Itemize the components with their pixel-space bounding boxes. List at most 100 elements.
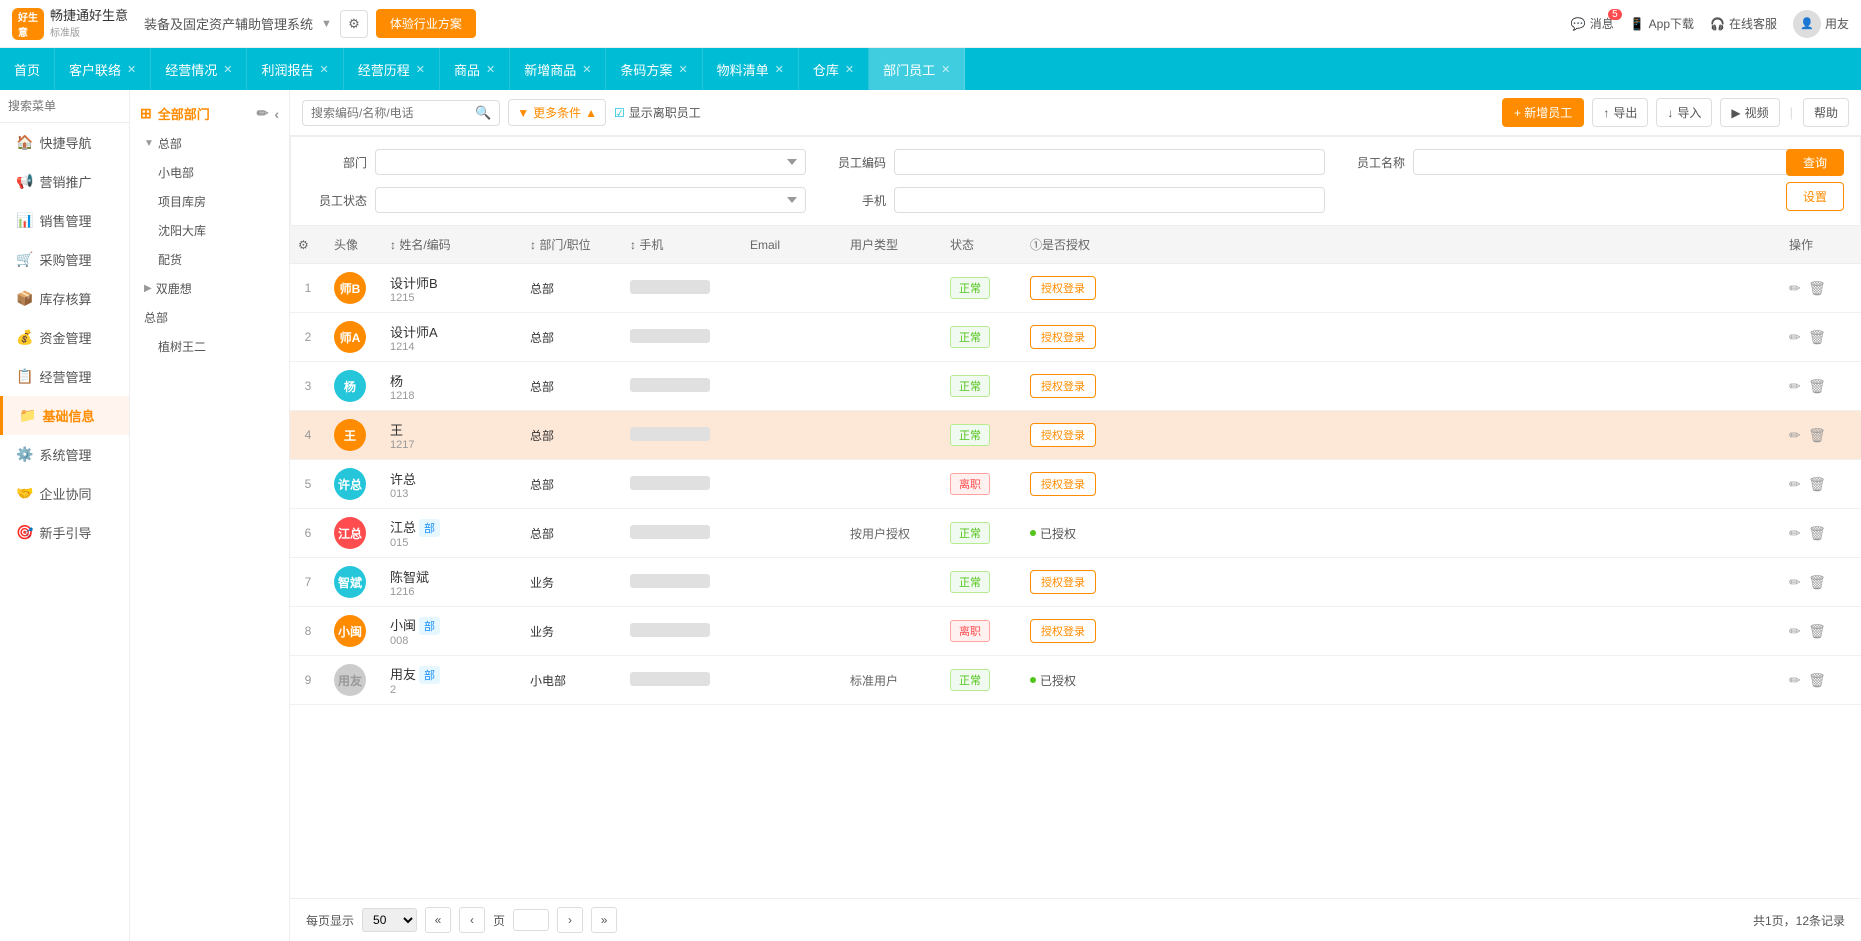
query-button[interactable]: 查询 bbox=[1786, 149, 1844, 176]
nav-close-icon[interactable]: ✕ bbox=[320, 63, 329, 76]
phone-input[interactable] bbox=[894, 187, 1325, 213]
th-dept[interactable]: ↕ 部门/职位 bbox=[522, 226, 622, 264]
dept-item-shenyang[interactable]: 沈阳大库 bbox=[130, 216, 289, 245]
export-button[interactable]: ↑ 导出 bbox=[1592, 98, 1648, 127]
edit-icon[interactable]: ✏ bbox=[1789, 623, 1801, 639]
sidebar-item-quicknav[interactable]: 🏠 快捷导航 bbox=[0, 123, 129, 162]
online-service-btn[interactable]: 🎧 在线客服 bbox=[1710, 15, 1777, 32]
sidebar-item-sales[interactable]: 📊 销售管理 bbox=[0, 201, 129, 240]
edit-icon[interactable]: ✏ bbox=[1789, 280, 1801, 296]
auth-login-btn[interactable]: 授权登录 bbox=[1030, 325, 1096, 349]
emp-code-input[interactable] bbox=[894, 149, 1325, 175]
edit-icon[interactable]: ✏ bbox=[1789, 574, 1801, 590]
message-btn[interactable]: 💬 消息 5 bbox=[1571, 15, 1614, 32]
sidebar-search-input[interactable] bbox=[8, 99, 130, 113]
auth-login-btn[interactable]: 授权登录 bbox=[1030, 570, 1096, 594]
more-filter-btn[interactable]: ▼ 更多条件 ▲ bbox=[508, 99, 606, 126]
dept-item-zongbu-root[interactable]: ▼ 总部 bbox=[130, 129, 289, 158]
view-button[interactable]: ▶ 视频 bbox=[1720, 98, 1779, 127]
edit-icon[interactable]: ✏ bbox=[1789, 476, 1801, 492]
sidebar-item-guide[interactable]: 🎯 新手引导 bbox=[0, 513, 129, 552]
nav-item-barcode[interactable]: 条码方案✕ bbox=[606, 48, 702, 90]
delete-icon[interactable]: 🗑 bbox=[1808, 280, 1826, 296]
page-size-select[interactable]: 50 20 100 bbox=[362, 908, 417, 932]
delete-icon[interactable]: 🗑 bbox=[1808, 476, 1826, 492]
nav-item-newgoods[interactable]: 新增商品✕ bbox=[510, 48, 606, 90]
nav-item-dept[interactable]: 部门员工✕ bbox=[869, 48, 965, 90]
auth-login-btn[interactable]: 授权登录 bbox=[1030, 276, 1096, 300]
nav-close-icon[interactable]: ✕ bbox=[941, 63, 950, 76]
dept-item-shuang[interactable]: ▶ 双鹿想 bbox=[130, 274, 289, 303]
th-phone[interactable]: ↕ 手机 bbox=[622, 226, 742, 264]
arrow-down-icon[interactable]: ▼ bbox=[321, 18, 332, 30]
emp-name-input[interactable] bbox=[1413, 149, 1844, 175]
edit-icon[interactable]: ✏ bbox=[1789, 672, 1801, 688]
dept-collapse-icon[interactable]: ‹ bbox=[274, 106, 279, 122]
sidebar-item-marketing[interactable]: 📢 营销推广 bbox=[0, 162, 129, 201]
delete-icon[interactable]: 🗑 bbox=[1808, 427, 1826, 443]
edit-icon[interactable]: ✏ bbox=[1789, 378, 1801, 394]
delete-icon[interactable]: 🗑 bbox=[1808, 378, 1826, 394]
app-download-btn[interactable]: 📱 App下载 bbox=[1630, 15, 1694, 32]
prev-page-btn[interactable]: ‹ bbox=[459, 907, 485, 933]
sidebar-item-finance[interactable]: 💰 资金管理 bbox=[0, 318, 129, 357]
auth-login-btn[interactable]: 授权登录 bbox=[1030, 472, 1096, 496]
nav-close-icon[interactable]: ✕ bbox=[416, 63, 425, 76]
delete-icon[interactable]: 🗑 bbox=[1808, 329, 1826, 345]
nav-item-goods[interactable]: 商品✕ bbox=[440, 48, 510, 90]
delete-icon[interactable]: 🗑 bbox=[1808, 623, 1826, 639]
auth-login-btn[interactable]: 授权登录 bbox=[1030, 619, 1096, 643]
auth-login-btn[interactable]: 授权登录 bbox=[1030, 423, 1096, 447]
trial-button[interactable]: 体验行业方案 bbox=[376, 9, 476, 38]
gear-icon[interactable]: ⚙ bbox=[340, 10, 368, 38]
help-button[interactable]: 帮助 bbox=[1803, 98, 1849, 127]
nav-close-icon[interactable]: ✕ bbox=[486, 63, 495, 76]
show-resigned-checkbox[interactable]: ☑ 显示离职员工 bbox=[614, 104, 701, 121]
th-name[interactable]: ↕ 姓名/编码 bbox=[382, 226, 522, 264]
search-input[interactable] bbox=[311, 106, 471, 120]
delete-icon[interactable]: 🗑 bbox=[1808, 525, 1826, 541]
dept-select[interactable] bbox=[375, 149, 806, 175]
add-employee-button[interactable]: + 新增员工 bbox=[1502, 98, 1584, 127]
set-button[interactable]: 设置 bbox=[1786, 182, 1844, 211]
next-page-btn[interactable]: › bbox=[557, 907, 583, 933]
nav-close-icon[interactable]: ✕ bbox=[223, 63, 232, 76]
dept-item-plant[interactable]: 植树王二 bbox=[130, 332, 289, 361]
sidebar-item-bizmanage[interactable]: 📋 经营管理 bbox=[0, 357, 129, 396]
nav-item-profit[interactable]: 利润报告✕ bbox=[247, 48, 343, 90]
sidebar-item-inventory[interactable]: 📦 库存核算 bbox=[0, 279, 129, 318]
sidebar-item-collab[interactable]: 🤝 企业协同 bbox=[0, 474, 129, 513]
delete-icon[interactable]: 🗑 bbox=[1808, 574, 1826, 590]
edit-icon[interactable]: ✏ bbox=[1789, 329, 1801, 345]
nav-close-icon[interactable]: ✕ bbox=[845, 63, 854, 76]
dept-item-peihuo[interactable]: 配货 bbox=[130, 245, 289, 274]
emp-status-select[interactable] bbox=[375, 187, 806, 213]
user-area[interactable]: 👤 用友 bbox=[1793, 10, 1849, 38]
nav-item-warehouse[interactable]: 仓库✕ bbox=[799, 48, 869, 90]
dept-item-xiaodian[interactable]: 小电部 bbox=[130, 158, 289, 187]
dept-edit-icon[interactable]: ✏ bbox=[257, 105, 269, 122]
nav-close-icon[interactable]: ✕ bbox=[127, 63, 136, 76]
nav-close-icon[interactable]: ✕ bbox=[775, 63, 784, 76]
edit-icon[interactable]: ✏ bbox=[1789, 427, 1801, 443]
delete-icon[interactable]: 🗑 bbox=[1808, 672, 1826, 688]
nav-close-icon[interactable]: ✕ bbox=[582, 63, 591, 76]
dept-item-project[interactable]: 项目库房 bbox=[130, 187, 289, 216]
dept-item-zongbu2[interactable]: 总部 bbox=[130, 303, 289, 332]
nav-item-material[interactable]: 物料清单✕ bbox=[703, 48, 799, 90]
edit-icon[interactable]: ✏ bbox=[1789, 525, 1801, 541]
sidebar-item-sysmanage[interactable]: ⚙️ 系统管理 bbox=[0, 435, 129, 474]
nav-item-operation[interactable]: 经营情况✕ bbox=[151, 48, 247, 90]
nav-close-icon[interactable]: ✕ bbox=[678, 63, 687, 76]
auth-login-btn[interactable]: 授权登录 bbox=[1030, 374, 1096, 398]
sidebar-item-basicinfo[interactable]: 📁 基础信息 bbox=[0, 396, 129, 435]
th-settings[interactable]: ⚙ bbox=[290, 226, 326, 264]
last-page-btn[interactable]: » bbox=[591, 907, 617, 933]
import-button[interactable]: ↓ 导入 bbox=[1656, 98, 1712, 127]
sidebar-item-purchase[interactable]: 🛒 采购管理 bbox=[0, 240, 129, 279]
page-input[interactable]: 1 bbox=[513, 909, 549, 931]
nav-item-customer[interactable]: 客户联络✕ bbox=[55, 48, 151, 90]
nav-item-history[interactable]: 经营历程✕ bbox=[344, 48, 440, 90]
first-page-btn[interactable]: « bbox=[425, 907, 451, 933]
nav-item-home[interactable]: 首页 bbox=[0, 48, 55, 90]
